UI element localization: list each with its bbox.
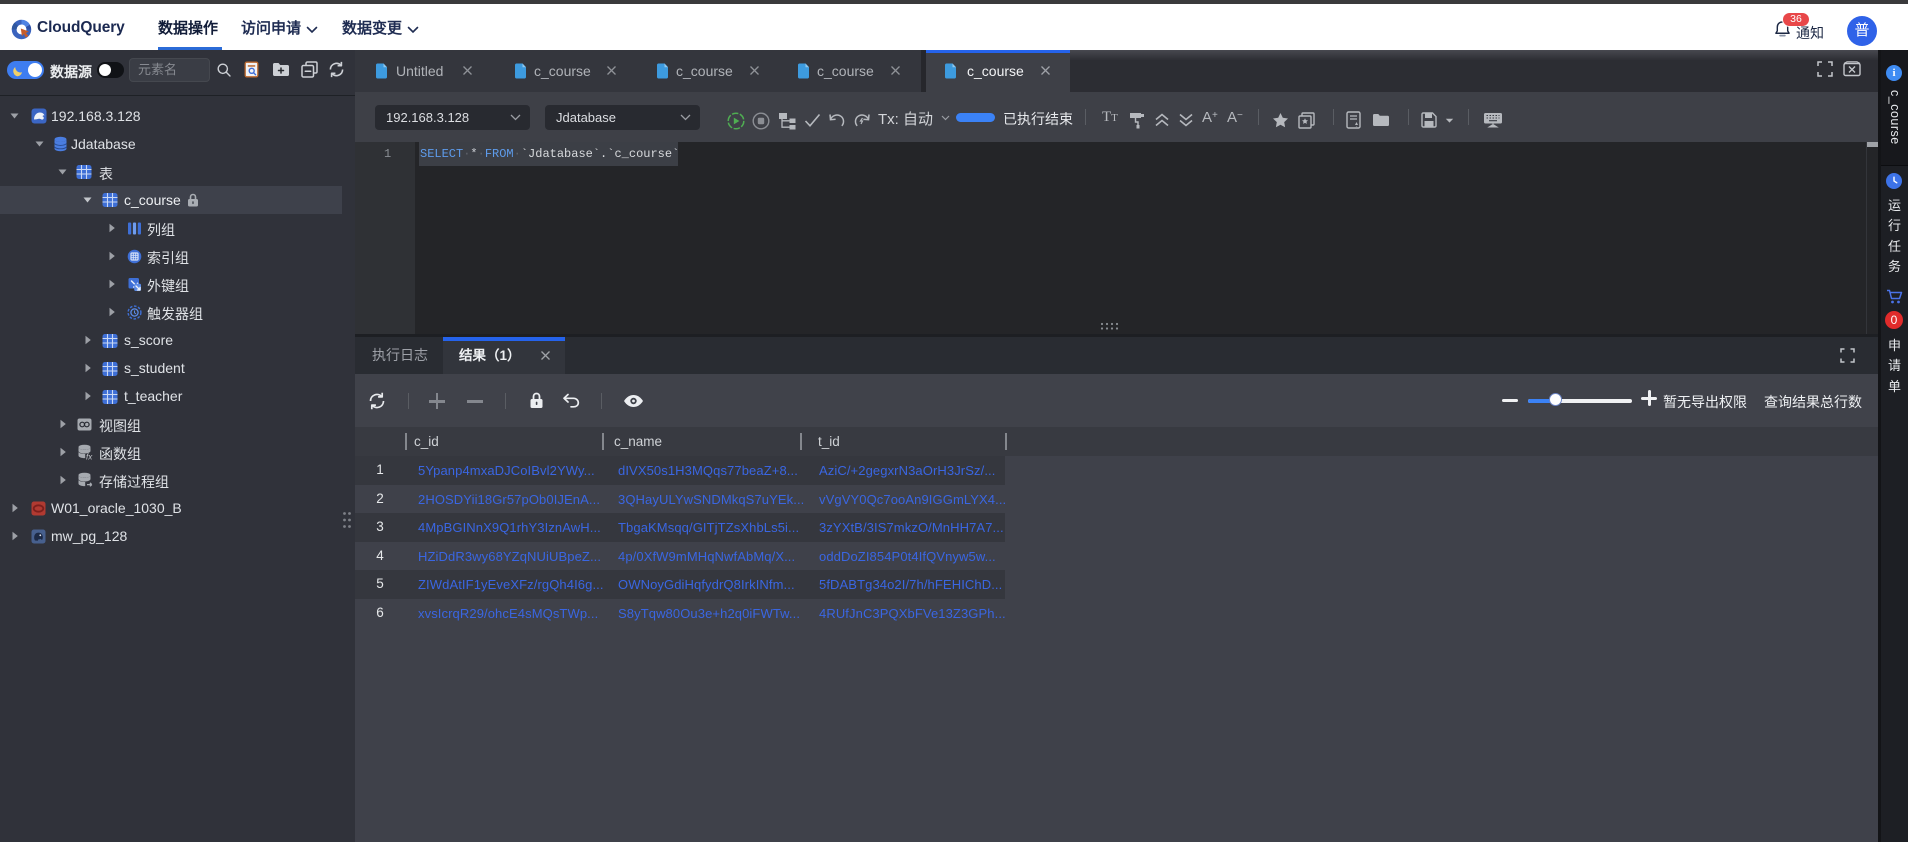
svg-text:fx: fx xyxy=(86,453,93,461)
